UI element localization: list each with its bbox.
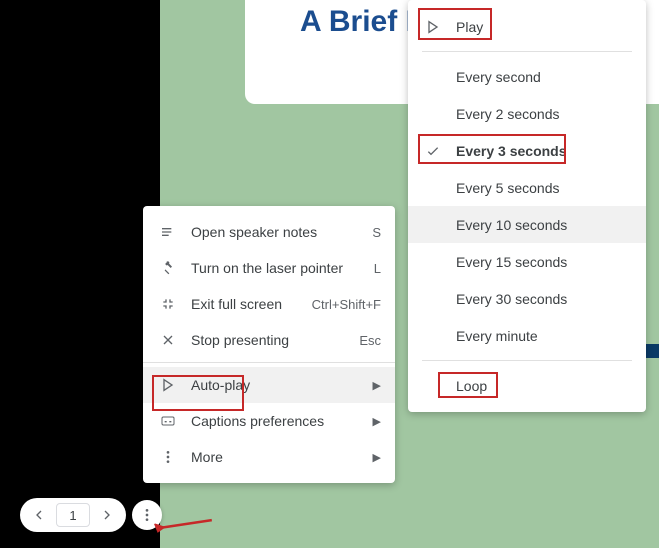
submenu-arrow-icon: ▶	[373, 415, 381, 428]
menu-label: Stop presenting	[179, 332, 359, 348]
page-number[interactable]: 1	[56, 503, 90, 527]
menu-label: Captions preferences	[179, 413, 373, 429]
captions-icon	[157, 413, 179, 429]
prev-slide-button[interactable]	[26, 502, 52, 528]
submenu-label: Every 3 seconds	[444, 143, 632, 159]
submenu-item-play[interactable]: Play	[408, 8, 646, 45]
submenu-label: Every 10 seconds	[444, 217, 632, 233]
menu-item-stop-presenting[interactable]: Stop presenting Esc	[143, 322, 395, 358]
submenu-label: Every second	[444, 69, 632, 85]
menu-label: Exit full screen	[179, 296, 312, 312]
menu-label: Auto-play	[179, 377, 373, 393]
close-icon	[157, 332, 179, 348]
menu-label: Turn on the laser pointer	[179, 260, 374, 276]
submenu-label: Every minute	[444, 328, 632, 344]
notes-icon	[157, 224, 179, 240]
menu-shortcut: S	[372, 225, 381, 240]
menu-item-captions-preferences[interactable]: Captions preferences ▶	[143, 403, 395, 439]
exit-fullscreen-icon	[157, 296, 179, 312]
check-icon	[422, 143, 444, 159]
menu-label: Open speaker notes	[179, 224, 372, 240]
menu-item-more[interactable]: More ▶	[143, 439, 395, 475]
submenu-arrow-icon: ▶	[373, 451, 381, 464]
more-vertical-icon	[157, 449, 179, 465]
slide-controls: 1	[20, 498, 162, 532]
submenu-item-every-15-seconds[interactable]: Every 15 seconds	[408, 243, 646, 280]
submenu-item-every-3-seconds[interactable]: Every 3 seconds	[408, 132, 646, 169]
presenter-context-menu: Open speaker notes S Turn on the laser p…	[143, 206, 395, 483]
submenu-label: Loop	[444, 378, 632, 394]
submenu-item-every-5-seconds[interactable]: Every 5 seconds	[408, 169, 646, 206]
submenu-item-every-second[interactable]: Every second	[408, 58, 646, 95]
autoplay-submenu: Play Every second Every 2 seconds Every …	[408, 0, 646, 412]
menu-label: More	[179, 449, 373, 465]
submenu-item-loop[interactable]: Loop	[408, 367, 646, 404]
submenu-arrow-icon: ▶	[373, 379, 381, 392]
submenu-label: Every 30 seconds	[444, 291, 632, 307]
menu-shortcut: Esc	[359, 333, 381, 348]
menu-item-exit-full-screen[interactable]: Exit full screen Ctrl+Shift+F	[143, 286, 395, 322]
laser-icon	[157, 260, 179, 276]
submenu-label: Play	[444, 19, 632, 35]
menu-item-auto-play[interactable]: Auto-play ▶	[143, 367, 395, 403]
submenu-item-every-30-seconds[interactable]: Every 30 seconds	[408, 280, 646, 317]
menu-item-laser-pointer[interactable]: Turn on the laser pointer L	[143, 250, 395, 286]
play-icon	[422, 19, 444, 35]
submenu-item-every-2-seconds[interactable]: Every 2 seconds	[408, 95, 646, 132]
submenu-item-every-minute[interactable]: Every minute	[408, 317, 646, 354]
play-icon	[157, 377, 179, 393]
next-slide-button[interactable]	[94, 502, 120, 528]
submenu-item-every-10-seconds[interactable]: Every 10 seconds	[408, 206, 646, 243]
menu-item-open-speaker-notes[interactable]: Open speaker notes S	[143, 214, 395, 250]
submenu-label: Every 15 seconds	[444, 254, 632, 270]
page-navigator: 1	[20, 498, 126, 532]
submenu-label: Every 2 seconds	[444, 106, 632, 122]
menu-shortcut: L	[374, 261, 381, 276]
submenu-label: Every 5 seconds	[444, 180, 632, 196]
menu-shortcut: Ctrl+Shift+F	[312, 297, 381, 312]
